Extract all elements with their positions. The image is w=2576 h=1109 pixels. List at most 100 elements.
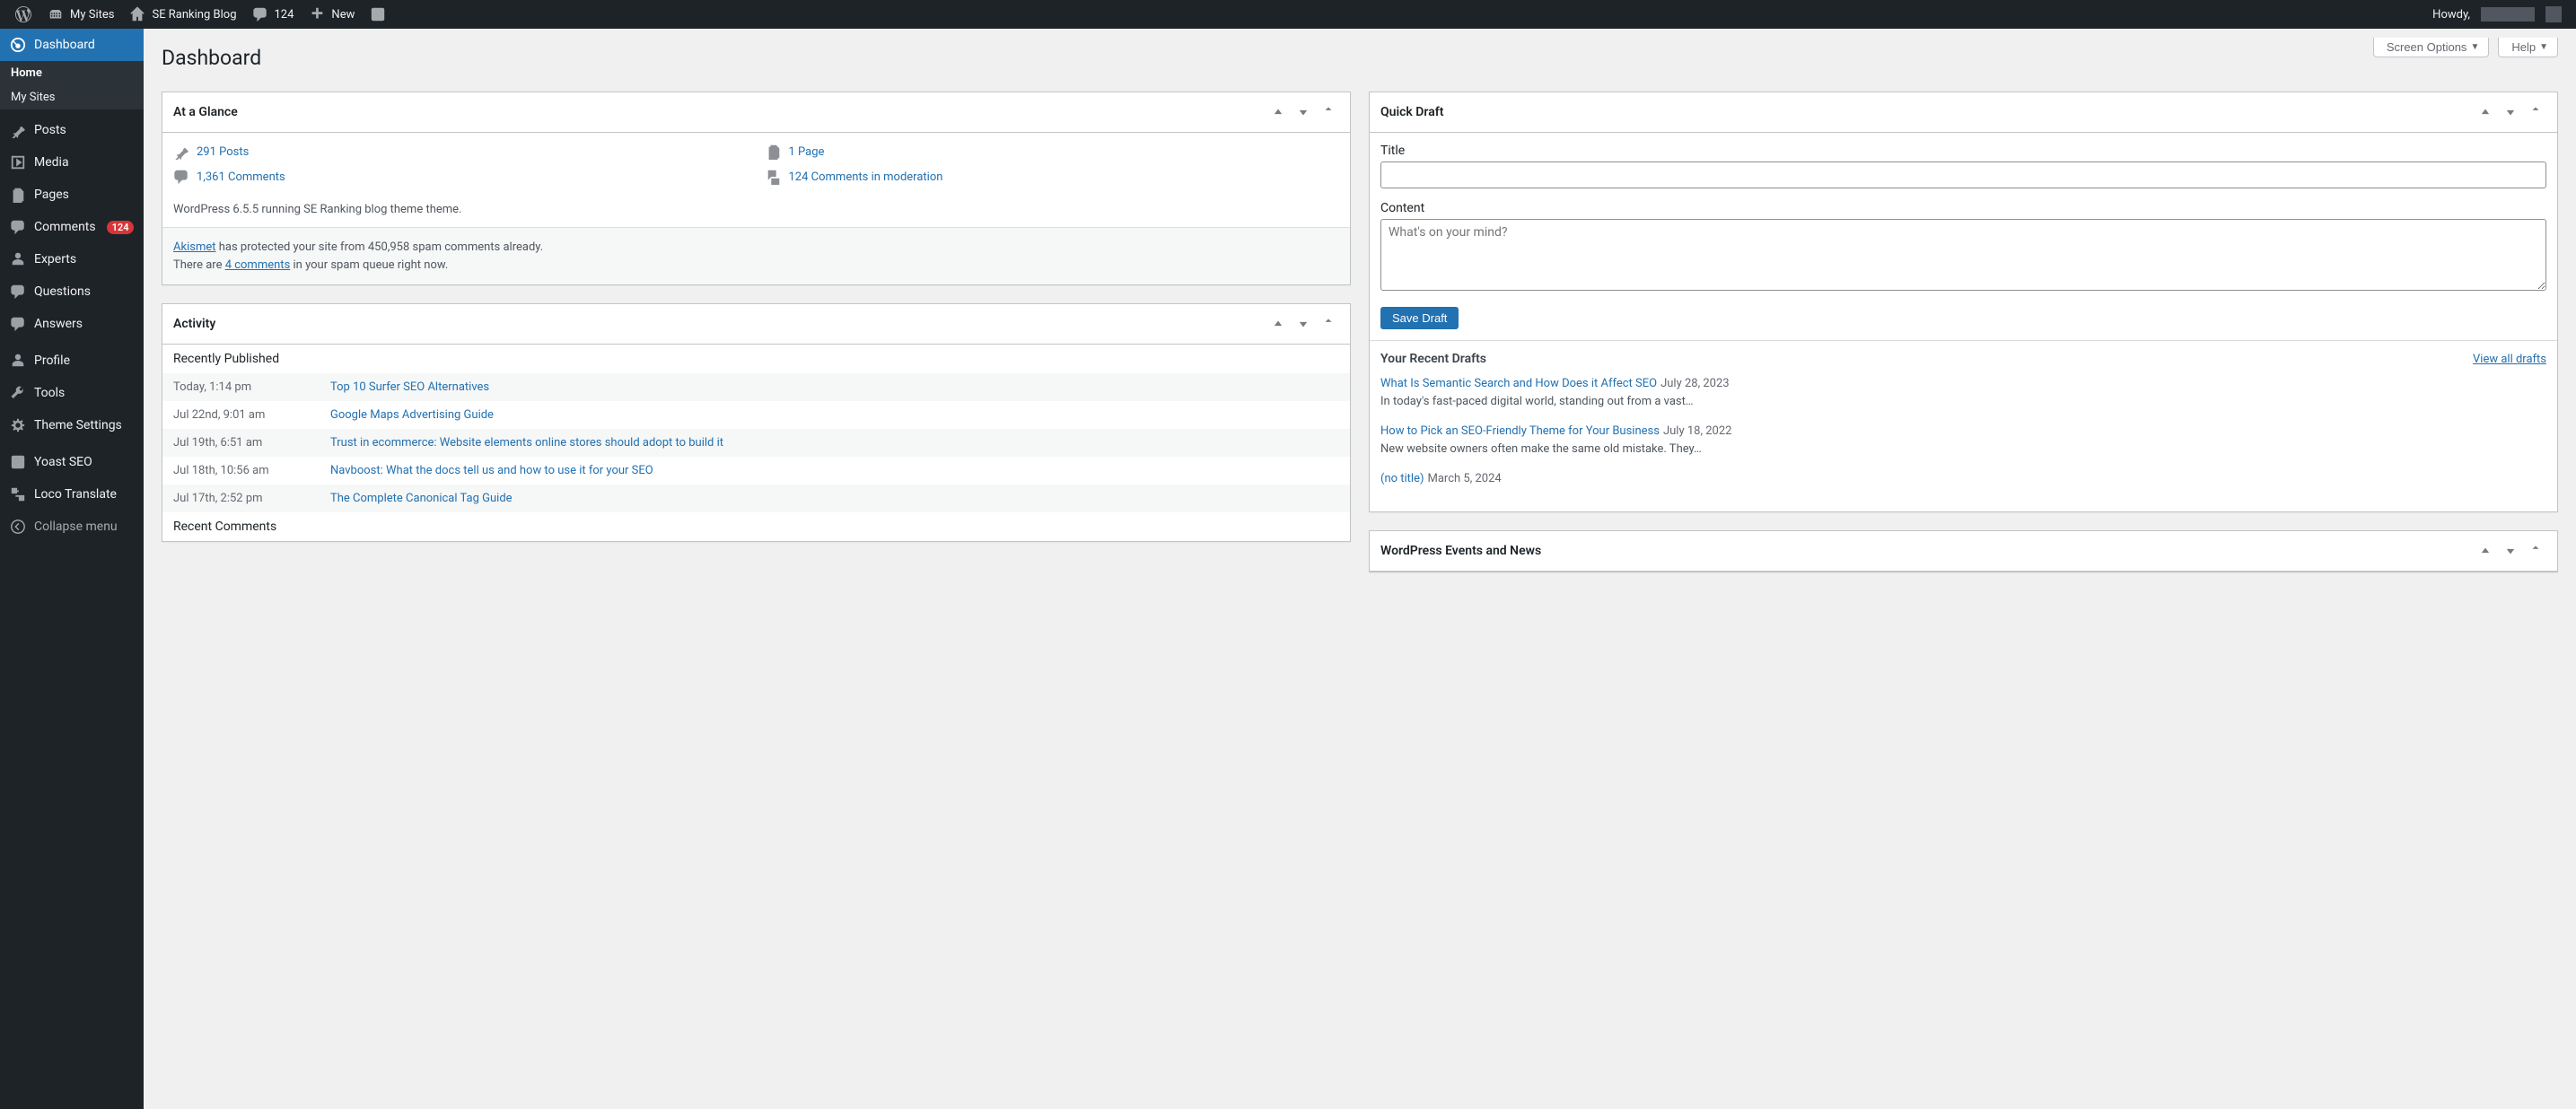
user-icon xyxy=(9,352,27,370)
activity-date: Jul 18th, 10:56 am xyxy=(173,464,330,477)
admin-bar: My Sites SE Ranking Blog 124 New Howdy, xyxy=(0,0,2576,29)
comments-icon xyxy=(766,169,782,185)
menu-media[interactable]: Media xyxy=(0,146,144,179)
save-draft-button[interactable]: Save Draft xyxy=(1380,307,1459,329)
activity-title-link[interactable]: The Complete Canonical Tag Guide xyxy=(330,492,513,505)
menu-theme-settings[interactable]: Theme Settings xyxy=(0,409,144,441)
activity-title-link[interactable]: Google Maps Advertising Guide xyxy=(330,408,494,422)
dashboard-icon xyxy=(9,36,27,54)
activity-item: Jul 19th, 6:51 amTrust in ecommerce: Web… xyxy=(162,429,1350,457)
adminbar-my-sites[interactable]: My Sites xyxy=(39,0,121,29)
draft-content-textarea[interactable] xyxy=(1380,219,2546,291)
avatar xyxy=(2545,6,2562,22)
adminbar-site-name[interactable]: SE Ranking Blog xyxy=(121,0,243,29)
wordpress-icon xyxy=(14,5,32,23)
submenu-home[interactable]: Home xyxy=(0,61,144,85)
menu-dashboard[interactable]: Dashboard xyxy=(0,29,144,61)
recent-comments-heading: Recent Comments xyxy=(162,512,1350,541)
move-down-button[interactable] xyxy=(1292,101,1314,123)
widget-title: Quick Draft xyxy=(1380,105,1443,119)
move-up-button[interactable] xyxy=(1267,313,1289,335)
adminbar-my-sites-label: My Sites xyxy=(70,8,114,22)
activity-item: Jul 22nd, 9:01 amGoogle Maps Advertising… xyxy=(162,401,1350,429)
draft-date: July 28, 2023 xyxy=(1660,377,1730,390)
draft-title-link[interactable]: (no title) xyxy=(1380,472,1424,485)
activity-title-link[interactable]: Top 10 Surfer SEO Alternatives xyxy=(330,380,489,394)
adminbar-new-label: New xyxy=(331,8,355,22)
widget-title: At a Glance xyxy=(173,105,238,119)
activity-date: Jul 17th, 2:52 pm xyxy=(173,492,330,505)
wp-logo[interactable] xyxy=(7,0,39,29)
chevron-down-icon: ▼ xyxy=(2470,42,2479,52)
adminbar-account[interactable]: Howdy, xyxy=(2425,0,2569,29)
move-down-button[interactable] xyxy=(2500,101,2521,123)
menu-comments[interactable]: Comments124 xyxy=(0,211,144,243)
screen-options-button[interactable]: Screen Options▼ xyxy=(2373,38,2490,57)
spam-comments-link[interactable]: 4 comments xyxy=(225,258,291,272)
menu-posts[interactable]: Posts xyxy=(0,114,144,146)
menu-loco[interactable]: Loco Translate xyxy=(0,478,144,511)
help-button[interactable]: Help▼ xyxy=(2498,38,2558,57)
menu-yoast[interactable]: Yoast SEO xyxy=(0,446,144,478)
comment-icon xyxy=(9,218,27,236)
title-label: Title xyxy=(1380,144,2546,158)
move-up-button[interactable] xyxy=(2475,540,2496,562)
content-label: Content xyxy=(1380,201,2546,215)
draft-title-link[interactable]: What Is Semantic Search and How Does it … xyxy=(1380,377,1657,390)
at-a-glance-widget: At a Glance 291 Posts 1 Page 1,361 Comme… xyxy=(162,92,1351,285)
menu-yoast-label: Yoast SEO xyxy=(34,455,92,469)
activity-widget: Activity Recently Published Today, 1:14 … xyxy=(162,303,1351,542)
dashboard-submenu: Home My Sites xyxy=(0,61,144,109)
toggle-button[interactable] xyxy=(2525,101,2546,123)
move-down-button[interactable] xyxy=(1292,313,1314,335)
glance-pages-link[interactable]: 1 Page xyxy=(789,145,825,159)
widget-header[interactable]: WordPress Events and News xyxy=(1370,531,2557,572)
glance-moderation-link[interactable]: 124 Comments in moderation xyxy=(789,170,943,184)
menu-profile[interactable]: Profile xyxy=(0,345,144,377)
translate-icon xyxy=(9,485,27,503)
menu-pages[interactable]: Pages xyxy=(0,179,144,211)
media-icon xyxy=(9,153,27,171)
glance-comments-link[interactable]: 1,361 Comments xyxy=(197,170,285,184)
main-body: Dashboard Screen Options▼ Help▼ At a Gla… xyxy=(144,29,2576,590)
menu-tools[interactable]: Tools xyxy=(0,377,144,409)
draft-title-input[interactable] xyxy=(1380,162,2546,188)
toggle-button[interactable] xyxy=(2525,540,2546,562)
menu-loco-label: Loco Translate xyxy=(34,487,117,502)
submenu-my-sites[interactable]: My Sites xyxy=(0,85,144,109)
comments-badge: 124 xyxy=(107,221,135,234)
activity-title-link[interactable]: Trust in ecommerce: Website elements onl… xyxy=(330,436,723,450)
activity-item: Today, 1:14 pmTop 10 Surfer SEO Alternat… xyxy=(162,373,1350,401)
menu-theme-settings-label: Theme Settings xyxy=(34,418,122,432)
menu-answers[interactable]: Answers xyxy=(0,308,144,340)
toggle-button[interactable] xyxy=(1318,313,1339,335)
menu-media-label: Media xyxy=(34,155,69,170)
menu-dashboard-label: Dashboard xyxy=(34,38,95,52)
username-redacted xyxy=(2481,7,2535,22)
draft-date: July 18, 2022 xyxy=(1663,424,1732,438)
widget-header[interactable]: Quick Draft xyxy=(1370,92,2557,133)
admin-home-icon xyxy=(128,5,146,23)
menu-posts-label: Posts xyxy=(34,123,66,137)
menu-experts[interactable]: Experts xyxy=(0,243,144,275)
activity-title-link[interactable]: Navboost: What the docs tell us and how … xyxy=(330,464,653,477)
chevron-down-icon: ▼ xyxy=(2539,42,2548,52)
move-up-button[interactable] xyxy=(1267,101,1289,123)
quick-draft-widget: Quick Draft Title Content xyxy=(1369,92,2558,512)
menu-collapse[interactable]: Collapse menu xyxy=(0,511,144,543)
akismet-link[interactable]: Akismet xyxy=(173,240,216,254)
move-up-button[interactable] xyxy=(2475,101,2496,123)
draft-title-link[interactable]: How to Pick an SEO-Friendly Theme for Yo… xyxy=(1380,424,1660,438)
view-all-drafts-link[interactable]: View all drafts xyxy=(2473,353,2546,366)
pin-icon xyxy=(9,121,27,139)
adminbar-yoast[interactable] xyxy=(362,0,394,29)
menu-questions[interactable]: Questions xyxy=(0,275,144,308)
adminbar-comments[interactable]: 124 xyxy=(244,0,302,29)
recently-published-heading: Recently Published xyxy=(162,345,1350,373)
toggle-button[interactable] xyxy=(1318,101,1339,123)
move-down-button[interactable] xyxy=(2500,540,2521,562)
adminbar-new[interactable]: New xyxy=(301,0,362,29)
widget-header[interactable]: At a Glance xyxy=(162,92,1350,133)
glance-posts-link[interactable]: 291 Posts xyxy=(197,145,249,159)
widget-header[interactable]: Activity xyxy=(162,304,1350,345)
